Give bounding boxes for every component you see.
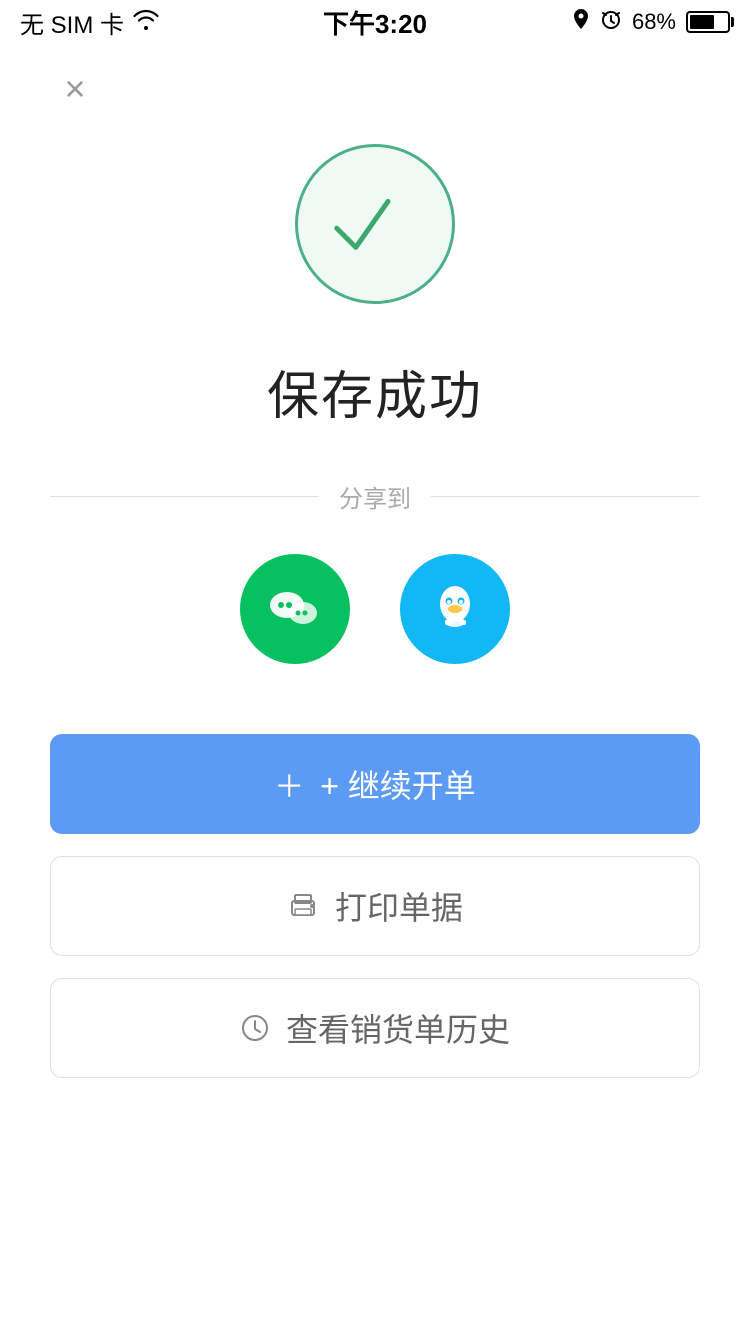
checkmark-icon	[335, 194, 415, 254]
share-divider: 分享到	[50, 479, 700, 514]
action-buttons: ＋ + 继续开单 打印单据 查看销货单历	[50, 734, 700, 1078]
battery-icon	[686, 11, 730, 33]
status-left: 无 SIM 卡	[20, 5, 160, 40]
continue-button[interactable]: ＋ + 继续开单	[50, 734, 700, 834]
qq-icon	[423, 577, 488, 642]
close-icon: ×	[64, 71, 85, 107]
print-icon	[287, 891, 319, 921]
divider-line-right	[431, 496, 700, 497]
battery-percent: 68%	[632, 9, 676, 35]
status-bar: 无 SIM 卡 下午3:20 68%	[0, 0, 750, 44]
share-icons	[240, 554, 510, 664]
qq-share-button[interactable]	[400, 554, 510, 664]
plus-icon: ＋	[274, 762, 304, 806]
close-button[interactable]: ×	[50, 64, 100, 114]
status-time: 下午3:20	[323, 4, 427, 41]
history-icon	[240, 1013, 270, 1043]
continue-label: + 继续开单	[320, 761, 476, 807]
share-label: 分享到	[339, 479, 411, 514]
history-button[interactable]: 查看销货单历史	[50, 978, 700, 1078]
print-button[interactable]: 打印单据	[50, 856, 700, 956]
divider-line-left	[50, 496, 319, 497]
wechat-icon	[263, 577, 328, 642]
alarm-icon	[600, 8, 622, 36]
wechat-share-button[interactable]	[240, 554, 350, 664]
location-icon	[572, 8, 590, 36]
success-title: 保存成功	[267, 354, 483, 429]
status-right: 68%	[572, 8, 730, 36]
sim-status: 无 SIM 卡	[20, 5, 124, 40]
wifi-icon	[132, 8, 160, 37]
success-circle	[295, 144, 455, 304]
print-label: 打印单据	[335, 883, 463, 929]
history-label: 查看销货单历史	[286, 1005, 510, 1051]
main-content: × 保存成功 分享到	[0, 44, 750, 1334]
